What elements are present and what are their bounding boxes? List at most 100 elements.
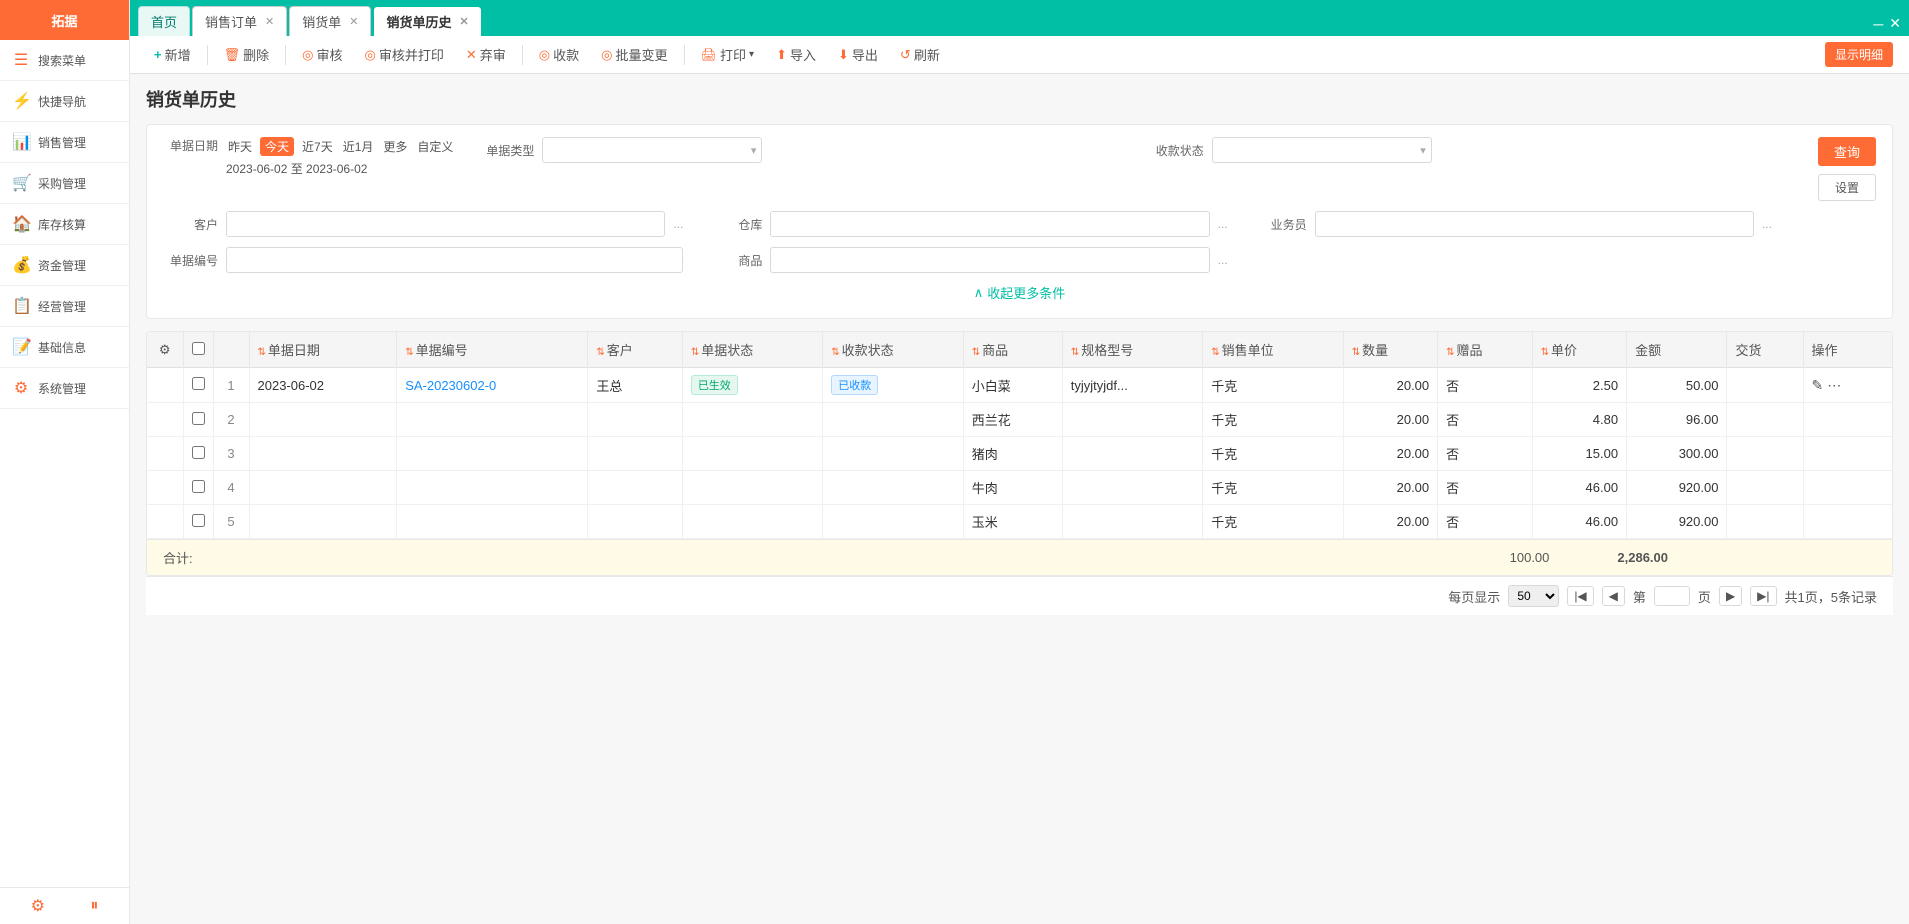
goods-ellipsis[interactable]: ... [1218,253,1228,267]
collapse-filter-btn[interactable]: ∧ 收起更多条件 [163,279,1876,306]
date-tab-more[interactable]: 更多 [381,138,409,155]
tab-home[interactable]: 首页 [138,6,190,36]
cell-transaction [1727,505,1803,539]
col-unit-price[interactable]: ⇅单价 [1532,332,1626,368]
delete-button[interactable]: 🗑 删除 [216,42,278,67]
sidebar-item-system-mgmt[interactable]: ⚙ 系统管理 [0,368,129,409]
col-doc-no[interactable]: ⇅单据编号 [397,332,588,368]
window-minimize[interactable]: ─ [1873,16,1883,32]
doc-no-link[interactable]: SA-20230602-0 [405,378,496,393]
tab-sales-delivery-close[interactable]: ✕ [349,15,358,28]
edit-icon[interactable]: ✎ [1812,377,1824,393]
cell-gift: 否 [1438,368,1532,403]
date-tab-7days[interactable]: 近7天 [300,138,335,155]
row-checkbox[interactable] [192,377,205,390]
row-checkbox[interactable] [192,446,205,459]
tab-sales-order-close[interactable]: ✕ [265,15,274,28]
last-page-btn[interactable]: ▶| [1750,586,1776,606]
date-tab-1month[interactable]: 近1月 [341,138,376,155]
page-input[interactable]: 1 [1654,586,1690,606]
print-button[interactable]: 🖨 打印 ▾ [693,42,763,67]
batch-change-button[interactable]: ◎ 批量变更 [593,42,675,67]
sidebar-item-ops[interactable]: 📋 经营管理 [0,286,129,327]
collect-status-select[interactable] [1212,137,1432,163]
abandon-button[interactable]: ✕ 弃审 [458,42,514,67]
sidebar-item-purchase-mgmt[interactable]: 🛒 采购管理 [0,163,129,204]
sidebar-item-label: 系统管理 [38,380,86,397]
doc-type-select[interactable] [542,137,762,163]
sidebar-item-finance[interactable]: 💰 资金管理 [0,245,129,286]
tab-sales-delivery[interactable]: 销货单 ✕ [289,6,371,36]
add-button[interactable]: + 新增 [146,42,199,67]
sidebar-item-quick-nav[interactable]: ⚡ 快捷导航 [0,81,129,122]
doc-no-input[interactable] [226,247,683,273]
col-quantity[interactable]: ⇅数量 [1343,332,1437,368]
cell-num: 2 [213,403,249,437]
cell-sales-unit: 千克 [1203,471,1343,505]
system-icon: ⚙ [12,378,30,398]
review-button[interactable]: ◎ 审核 [294,42,350,67]
setting-button[interactable]: 设置 [1818,174,1876,201]
row-checkbox[interactable] [192,514,205,527]
tab-sales-order[interactable]: 销售订单 ✕ [192,6,287,36]
sidebar-bottom-icon-2[interactable]: ⏸ [90,897,98,915]
sidebar-item-basic-info[interactable]: 📝 基础信息 [0,327,129,368]
collect-button[interactable]: ◎ 收款 [531,42,587,67]
per-page-select[interactable]: 50 100 [1508,585,1559,607]
tab-sales-history-close[interactable]: ✕ [460,15,469,28]
first-page-btn[interactable]: |◀ [1567,586,1593,606]
sidebar-item-search-menu[interactable]: ☰ 搜索菜单 [0,40,129,81]
row-checkbox[interactable] [192,412,205,425]
col-doc-status[interactable]: ⇅单据状态 [682,332,822,368]
cell-check[interactable] [183,403,213,437]
customer-input[interactable] [226,211,665,237]
cell-check[interactable] [183,368,213,403]
col-spec[interactable]: ⇅规格型号 [1062,332,1202,368]
next-page-btn[interactable]: ▶ [1719,586,1742,606]
cell-doc-no[interactable] [397,437,588,471]
more-action-icon[interactable]: ⋯ [1827,377,1841,393]
date-tab-today[interactable]: 今天 [260,137,294,156]
sidebar-bottom-icon-1[interactable]: ⚙ [31,896,45,916]
refresh-button[interactable]: ↺ 刷新 [892,42,948,67]
tab-sales-history[interactable]: 销货单历史 ✕ [373,6,481,36]
col-collect-status[interactable]: ⇅收款状态 [823,332,963,368]
cell-doc-no[interactable] [397,471,588,505]
import-button[interactable]: ⬆ 导入 [768,42,824,67]
table-row: 5 玉米 千克 20.00 否 46.00 920.00 [147,505,1892,539]
warehouse-ellipsis[interactable]: ... [1218,217,1228,231]
col-gear[interactable]: ⚙ [147,332,183,368]
window-close[interactable]: ✕ [1889,15,1901,32]
col-goods[interactable]: ⇅商品 [963,332,1062,368]
date-tab-yesterday[interactable]: 昨天 [226,138,254,155]
cell-check[interactable] [183,437,213,471]
show-detail-button[interactable]: 显示明细 [1825,42,1893,67]
cell-check[interactable] [183,471,213,505]
cell-check[interactable] [183,505,213,539]
review-print-button[interactable]: ◎ 审核并打印 [357,42,452,67]
sidebar-item-label: 采购管理 [38,175,86,192]
cell-doc-no[interactable] [397,505,588,539]
cell-gear [147,471,183,505]
cell-doc-no[interactable]: SA-20230602-0 [397,368,588,403]
cell-doc-no[interactable] [397,403,588,437]
select-all-checkbox[interactable] [192,342,205,355]
prev-page-btn[interactable]: ◀ [1602,586,1625,606]
quick-nav-icon: ⚡ [12,91,30,111]
col-sales-unit[interactable]: ⇅销售单位 [1203,332,1343,368]
abandon-icon: ✕ [466,47,477,63]
sidebar-item-inventory[interactable]: 🏠 库存核算 [0,204,129,245]
goods-input[interactable] [770,247,1209,273]
salesman-ellipsis[interactable]: ... [1762,217,1772,231]
row-checkbox[interactable] [192,480,205,493]
col-gift[interactable]: ⇅赠品 [1438,332,1532,368]
col-doc-date[interactable]: ⇅单据日期 [249,332,397,368]
col-customer[interactable]: ⇅客户 [588,332,682,368]
query-button[interactable]: 查询 [1818,137,1876,166]
date-tab-custom[interactable]: 自定义 [415,138,455,155]
sidebar-item-sales-mgmt[interactable]: 📊 销售管理 [0,122,129,163]
customer-ellipsis[interactable]: ... [673,217,683,231]
warehouse-input[interactable] [770,211,1209,237]
export-button[interactable]: ⬇ 导出 [830,42,886,67]
salesman-input[interactable] [1315,211,1754,237]
